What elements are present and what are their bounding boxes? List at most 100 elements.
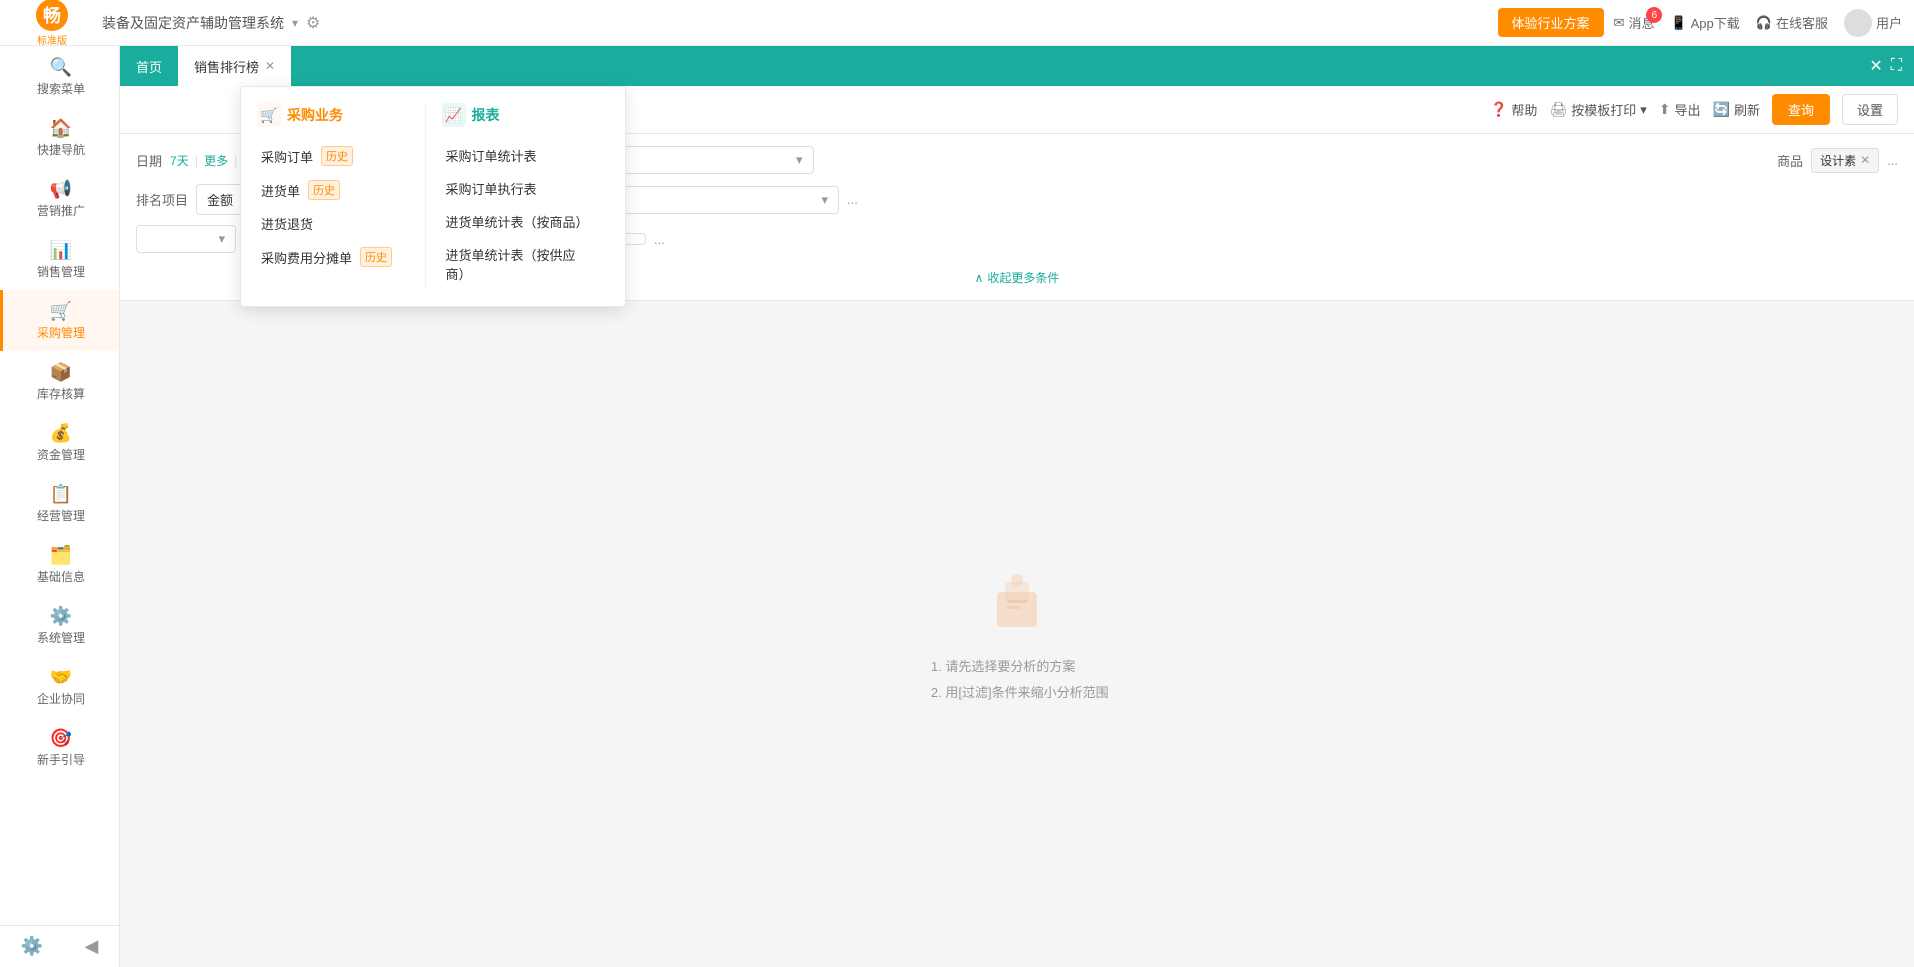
empty-step-1: 请先选择要分析的方案: [945, 654, 1108, 680]
sidebar-item-nav[interactable]: 🏠 快捷导航: [0, 107, 119, 168]
title-gear-icon[interactable]: ⚙: [306, 13, 320, 33]
history-badge-1: 历史: [308, 180, 340, 200]
tab-bar: 首页 销售排行榜 ✕ ✕ ⛶: [120, 46, 1914, 86]
logo-icon: 畅: [36, 0, 68, 31]
collapse-up-icon: ∧: [975, 271, 984, 285]
report-col-icon: 📈: [442, 103, 466, 127]
dropdown-item-incoming[interactable]: 进货单 历史: [257, 173, 409, 207]
message-button[interactable]: ✉ 消息 6: [1614, 13, 1655, 32]
guide-icon: 🎯: [50, 729, 72, 747]
sidebar-settings-button[interactable]: ⚙️: [21, 936, 43, 957]
app-download-button[interactable]: 📱 App下载: [1670, 13, 1739, 32]
sidebar-item-finance[interactable]: 💰 资金管理: [0, 412, 119, 473]
inventory-icon: 📦: [50, 363, 72, 381]
sidebar-bottom: ⚙️ ◀: [0, 925, 119, 967]
refresh-button[interactable]: 🔄 刷新: [1713, 100, 1760, 119]
sidebar-item-guide[interactable]: 🎯 新手引导: [0, 717, 119, 778]
refresh-icon: 🔄: [1713, 101, 1730, 118]
title-arrow-icon[interactable]: ▾: [292, 16, 298, 30]
enterprise-icon: 🤝: [50, 668, 72, 686]
date-label: 日期: [136, 151, 162, 170]
industry-button[interactable]: 体验行业方案: [1498, 8, 1604, 37]
goods-filter-group: 商品 设计素 ✕ ...: [1777, 148, 1898, 173]
purchase-col-icon: 🛒: [257, 103, 281, 127]
sidebar-item-base[interactable]: 🗂️ 基础信息: [0, 534, 119, 595]
sidebar: 🔍 搜索菜单 🏠 快捷导航 📢 营销推广 📊 销售管理 🛒 采购管理 📦 库存核…: [0, 46, 120, 967]
sidebar-item-search[interactable]: 🔍 搜索菜单: [0, 46, 119, 107]
print-arrow-icon[interactable]: ▾: [1640, 102, 1647, 118]
purchase-col: 🛒 采购业务 采购订单 历史 进货单 历史 进货退货 采购费用分摊单 历史: [257, 103, 426, 290]
dropdown-item-return[interactable]: 进货退货: [257, 207, 409, 240]
dropdown-item-report-incoming-goods[interactable]: 进货单统计表（按商品）: [442, 205, 594, 238]
base-icon: 🗂️: [50, 546, 72, 564]
query-button[interactable]: 查询: [1772, 94, 1830, 125]
tab-close-icon[interactable]: ✕: [265, 59, 275, 73]
help-icon: ❓: [1490, 101, 1507, 118]
sidebar-item-inventory[interactable]: 📦 库存核算: [0, 351, 119, 412]
period-arrow-icon: ▾: [218, 231, 225, 247]
salesperson-filter-group: 业务员 ▾ ...: [492, 186, 1898, 214]
content-area: 首页 销售排行榜 ✕ ✕ ⛶ ❓ 帮助 🖨 按模板打印 ▾ ⬆: [120, 46, 1914, 967]
date-7days[interactable]: 7天: [170, 152, 189, 169]
goods-dots[interactable]: ...: [1887, 153, 1898, 168]
goods-tag-close-icon[interactable]: ✕: [1860, 153, 1870, 167]
rank-label: 排名项目: [136, 190, 188, 209]
purchase-icon: 🛒: [50, 302, 72, 320]
dropdown-item-report-order-stat[interactable]: 采购订单统计表: [442, 139, 594, 172]
sidebar-item-purchase[interactable]: 🛒 采购管理: [0, 290, 119, 351]
tab-home[interactable]: 首页: [120, 46, 178, 86]
period-select[interactable]: ▾: [136, 225, 236, 253]
salesperson-arrow-icon: ▾: [822, 192, 829, 208]
purchase-dropdown: 🛒 采购业务 采购订单 历史 进货单 历史 进货退货 采购费用分摊单 历史: [240, 86, 626, 307]
system-title-area: 装备及固定资产辅助管理系统 ▾ ⚙: [102, 13, 1488, 33]
goods-label: 商品: [1777, 151, 1803, 170]
dropdown-item-report-order-exec[interactable]: 采购订单执行表: [442, 172, 594, 205]
export-button[interactable]: ⬆ 导出: [1659, 100, 1701, 119]
export-icon: ⬆: [1659, 101, 1671, 118]
empty-illustration: [977, 562, 1057, 642]
date-more[interactable]: 更多: [204, 152, 228, 169]
print-button[interactable]: 🖨 按模板打印 ▾: [1549, 100, 1646, 119]
user-button[interactable]: 用户: [1844, 9, 1902, 37]
sidebar-item-sales[interactable]: 📊 销售管理: [0, 229, 119, 290]
headset-icon: 🎧: [1756, 15, 1772, 31]
main-layout: 🔍 搜索菜单 🏠 快捷导航 📢 营销推广 📊 销售管理 🛒 采购管理 📦 库存核…: [0, 46, 1914, 967]
empty-state: 请先选择要分析的方案 用[过滤]条件来缩小分析范围: [120, 301, 1914, 967]
sidebar-item-system[interactable]: ⚙️ 系统管理: [0, 595, 119, 656]
report-col: 📈 报表 采购订单统计表 采购订单执行表 进货单统计表（按商品） 进货单统计表（…: [426, 103, 610, 290]
finance-icon: 💰: [50, 424, 72, 442]
history-badge-0: 历史: [321, 146, 353, 166]
sidebar-item-operation[interactable]: 📋 经营管理: [0, 473, 119, 534]
message-badge: 6: [1646, 7, 1662, 23]
sidebar-collapse-button[interactable]: ◀: [84, 936, 98, 957]
dropdown-item-expense[interactable]: 采购费用分摊单 历史: [257, 240, 409, 274]
online-service-button[interactable]: 🎧 在线客服: [1756, 13, 1828, 32]
dropdown-item-report-incoming-supplier[interactable]: 进货单统计表（按供应商）: [442, 238, 594, 290]
tab-expand-button[interactable]: ⛶: [1891, 57, 1902, 75]
print-icon: 🖨: [1549, 101, 1567, 118]
top-bar: 畅 标准版 装备及固定资产辅助管理系统 ▾ ⚙ 体验行业方案 ✉ 消息 6 📱 …: [0, 0, 1914, 46]
marketing-icon: 📢: [50, 180, 72, 198]
period-filter-group: ▾: [136, 225, 236, 253]
status-filter-group: 单据状态 ▾: [454, 146, 1762, 174]
system-title: 装备及固定资产辅助管理系统: [102, 13, 284, 33]
status-arrow-icon: ▾: [796, 152, 803, 168]
operation-icon: 📋: [50, 485, 72, 503]
sales-icon: 📊: [50, 241, 72, 259]
empty-step-2: 用[过滤]条件来缩小分析范围: [945, 680, 1108, 706]
system-icon: ⚙️: [50, 607, 72, 625]
settings-button[interactable]: 设置: [1842, 94, 1898, 125]
top-bar-right: ✉ 消息 6 📱 App下载 🎧 在线客服 用户: [1614, 9, 1902, 37]
empty-instructions: 请先选择要分析的方案 用[过滤]条件来缩小分析范围: [925, 654, 1108, 706]
tab-close-button[interactable]: ✕: [1869, 56, 1882, 76]
dropdown-item-purchase-order[interactable]: 采购订单 历史: [257, 139, 409, 173]
help-button[interactable]: ❓ 帮助: [1490, 100, 1537, 119]
sidebar-item-enterprise[interactable]: 🤝 企业协同: [0, 656, 119, 717]
customer-dots[interactable]: ...: [654, 232, 665, 247]
report-col-title: 📈 报表: [442, 103, 594, 127]
purchase-col-title: 🛒 采购业务: [257, 103, 409, 127]
phone-icon: 📱: [1670, 15, 1686, 31]
sidebar-item-marketing[interactable]: 📢 营销推广: [0, 168, 119, 229]
tab-sales-rank[interactable]: 销售排行榜 ✕: [178, 46, 291, 86]
salesperson-dots[interactable]: ...: [847, 192, 858, 207]
